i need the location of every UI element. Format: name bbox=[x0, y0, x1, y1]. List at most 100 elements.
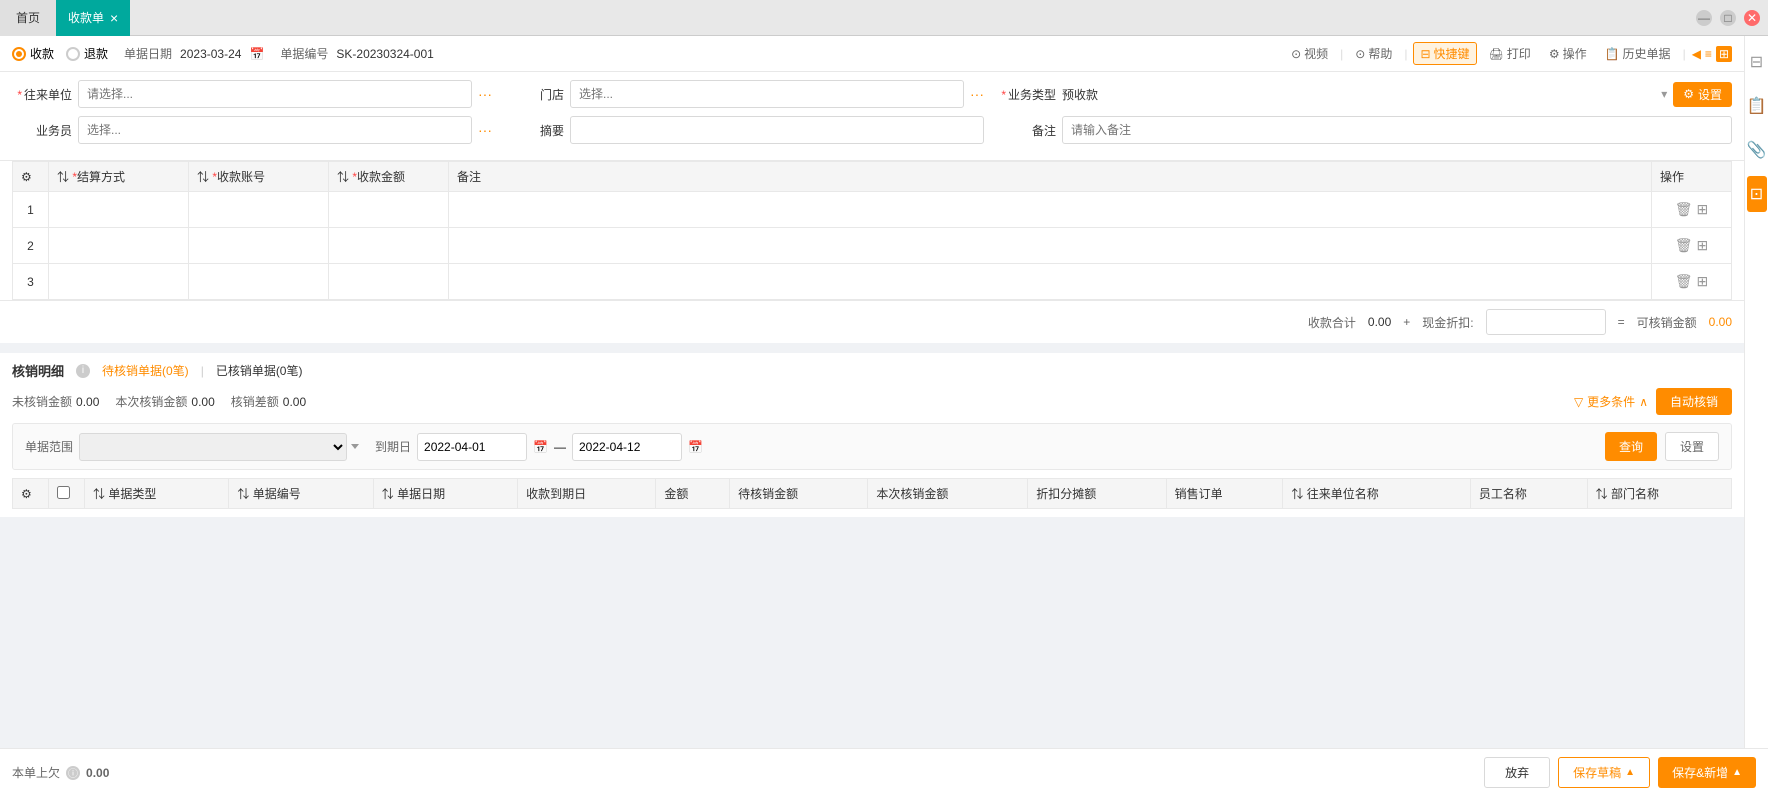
remark-input[interactable] bbox=[1062, 116, 1732, 144]
unclaimed-label: 未核销金额 bbox=[12, 393, 72, 410]
row-3-account[interactable] bbox=[189, 264, 329, 300]
footer-stat-value: 0.00 bbox=[86, 766, 109, 780]
shop-label: 门店 bbox=[504, 86, 564, 103]
shop-more-btn[interactable]: ··· bbox=[970, 86, 984, 102]
row-2-amount[interactable] bbox=[329, 228, 449, 264]
footer-info-icon[interactable]: ⓘ bbox=[66, 766, 80, 780]
row-1-remark[interactable] bbox=[449, 192, 1652, 228]
done-tab[interactable]: 已核销单据(0笔) bbox=[216, 362, 303, 379]
verify-info-icon[interactable]: i bbox=[76, 364, 90, 378]
verify-title: 核销明细 bbox=[12, 361, 64, 380]
col-doc-type: ⇅ 单据类型 bbox=[85, 479, 229, 509]
print-label: 打印 bbox=[1507, 45, 1531, 62]
doc-info: 单据日期 2023-03-24 📅 bbox=[124, 45, 264, 62]
view-toggle[interactable]: ◀ ≡ ⊞ bbox=[1692, 46, 1732, 62]
discard-button[interactable]: 放弃 bbox=[1484, 757, 1550, 788]
tab-receipt[interactable]: 收款单 × bbox=[56, 0, 130, 36]
row-3-delete-icon[interactable]: 🗑 bbox=[1675, 273, 1693, 290]
equal-sign: = bbox=[1618, 315, 1625, 329]
row-2-delete-icon[interactable]: 🗑 bbox=[1675, 237, 1693, 254]
refund-radio[interactable]: 退款 bbox=[66, 45, 108, 62]
panel-btn-3[interactable]: 📎 bbox=[1747, 132, 1767, 168]
row-3-amount[interactable] bbox=[329, 264, 449, 300]
row-1-copy-icon[interactable]: ⊞ bbox=[1697, 201, 1709, 218]
table-row: 1 🗑 ⊞ bbox=[13, 192, 1732, 228]
calendar-start-icon[interactable]: 📅 bbox=[533, 440, 548, 454]
settings-button[interactable]: ⚙ 设置 bbox=[1673, 82, 1732, 107]
calendar-icon[interactable]: 📅 bbox=[249, 47, 264, 61]
row-1-amount[interactable] bbox=[329, 192, 449, 228]
unclaimed-value: 0.00 bbox=[76, 395, 99, 409]
verify-filter-area: 单据范围 到期日 📅 — 📅 bbox=[12, 423, 1732, 470]
receipt-radio[interactable]: 收款 bbox=[12, 45, 54, 62]
col-staff-name: 员工名称 bbox=[1470, 479, 1587, 509]
doc-no-value: SK-20230324-001 bbox=[336, 47, 433, 61]
filter-icon: ▽ bbox=[1574, 395, 1583, 409]
partner-more-btn[interactable]: ··· bbox=[478, 86, 492, 102]
more-conditions-btn[interactable]: ▽ 更多条件 ∧ bbox=[1574, 393, 1648, 410]
panel-btn-1[interactable]: ⊟ bbox=[1747, 44, 1767, 80]
gear-icon: ⚙ bbox=[21, 170, 32, 184]
table-section: ⚙ ⇅ *结算方式 ⇅ *收款账号 ⇅ *收款金额 备注 bbox=[0, 161, 1744, 300]
range-select[interactable] bbox=[79, 433, 347, 461]
filter-settings-btn[interactable]: 设置 bbox=[1665, 432, 1719, 461]
bottom-table-container: ⚙ ⇅ 单据类型 ⇅ 单据编号 ⇅ 单据日期 bbox=[12, 478, 1732, 509]
save-draft-button[interactable]: 保存草稿 ▲ bbox=[1558, 757, 1650, 788]
row-2-num: 2 bbox=[13, 228, 49, 264]
save-arrow-icon: ▲ bbox=[1732, 767, 1742, 778]
calendar-end-icon[interactable]: 📅 bbox=[688, 440, 703, 454]
shortcut-btn[interactable]: ⊟ 快捷键 bbox=[1413, 42, 1476, 65]
row-1-settle[interactable] bbox=[49, 192, 189, 228]
close-button[interactable]: ✕ bbox=[1744, 10, 1760, 26]
query-btn[interactable]: 查询 bbox=[1605, 432, 1657, 461]
tab-separator: | bbox=[201, 364, 204, 378]
panel-btn-2[interactable]: 📋 bbox=[1747, 88, 1767, 124]
pending-tab[interactable]: 待核销单据(0笔) bbox=[102, 362, 189, 379]
tab-home[interactable]: 首页 bbox=[0, 0, 56, 36]
maximize-button[interactable]: □ bbox=[1720, 10, 1736, 26]
col-settle-header: ⇅ *结算方式 bbox=[49, 162, 189, 192]
row-2-copy-icon[interactable]: ⊞ bbox=[1697, 237, 1709, 254]
save-new-button[interactable]: 保存&新增 ▲ bbox=[1658, 757, 1756, 788]
partner-input[interactable] bbox=[78, 80, 472, 108]
doc-date-label: 单据日期 bbox=[124, 45, 172, 62]
col-remark-header: 备注 bbox=[449, 162, 1652, 192]
table-row: 2 🗑 ⊞ bbox=[13, 228, 1732, 264]
date-start-input[interactable] bbox=[417, 433, 527, 461]
print-btn[interactable]: 🖨 打印 bbox=[1483, 43, 1537, 64]
operation-btn[interactable]: ⚙ 操作 bbox=[1543, 43, 1593, 64]
summary-input[interactable] bbox=[570, 116, 984, 144]
row-1-account[interactable] bbox=[189, 192, 329, 228]
row-2-settle[interactable] bbox=[49, 228, 189, 264]
auto-verify-btn[interactable]: 自动核销 bbox=[1656, 388, 1732, 415]
available-label: 可核销金额 bbox=[1637, 314, 1697, 331]
date-end-input[interactable] bbox=[572, 433, 682, 461]
bottom-table-header: ⚙ ⇅ 单据类型 ⇅ 单据编号 ⇅ 单据日期 bbox=[13, 479, 1732, 509]
staff-input[interactable] bbox=[78, 116, 472, 144]
panel-btn-4[interactable]: ⊡ bbox=[1747, 176, 1767, 212]
table-body: 1 🗑 ⊞ 2 bbox=[13, 192, 1732, 300]
select-all-checkbox[interactable] bbox=[57, 486, 70, 499]
col-settings-header[interactable]: ⚙ bbox=[13, 162, 49, 192]
row-3-copy-icon[interactable]: ⊞ bbox=[1697, 273, 1709, 290]
row-3-settle[interactable] bbox=[49, 264, 189, 300]
refund-radio-circle bbox=[66, 47, 80, 61]
row-3-remark[interactable] bbox=[449, 264, 1652, 300]
col-settings-bottom[interactable]: ⚙ bbox=[13, 479, 49, 509]
business-type-dropdown[interactable]: ▾ bbox=[1661, 87, 1667, 101]
help-btn[interactable]: ⊙ 帮助 bbox=[1349, 43, 1398, 64]
discount-input[interactable] bbox=[1486, 309, 1606, 335]
history-btn[interactable]: 📋 历史单据 bbox=[1599, 43, 1677, 64]
shop-input[interactable] bbox=[570, 80, 964, 108]
row-2-remark[interactable] bbox=[449, 228, 1652, 264]
tab-close-icon[interactable]: × bbox=[110, 0, 118, 36]
main-content: 收款 退款 单据日期 2023-03-24 📅 单据编号 SK-20230324… bbox=[0, 36, 1744, 567]
total-value: 0.00 bbox=[1368, 315, 1391, 329]
minimize-button[interactable]: — bbox=[1696, 10, 1712, 26]
row-2-account[interactable] bbox=[189, 228, 329, 264]
col-checkbox-bottom[interactable] bbox=[49, 479, 85, 509]
staff-more-btn[interactable]: ··· bbox=[478, 122, 492, 138]
chevron-icon: ∧ bbox=[1639, 395, 1648, 409]
video-btn[interactable]: ⊙ 视频 bbox=[1285, 43, 1334, 64]
row-1-delete-icon[interactable]: 🗑 bbox=[1675, 201, 1693, 218]
